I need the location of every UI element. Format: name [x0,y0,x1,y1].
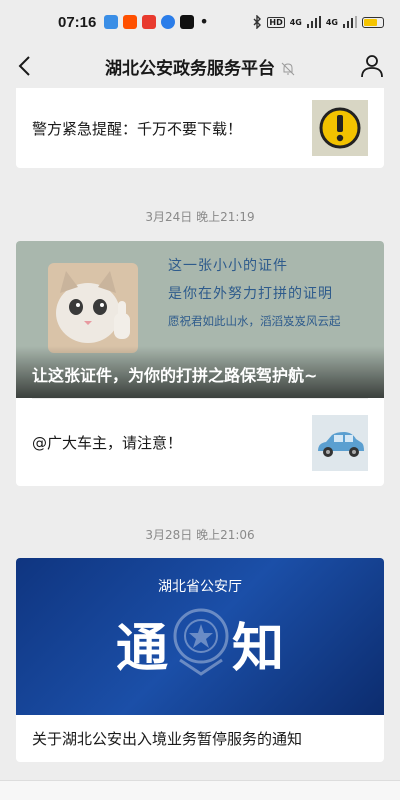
article-row-notice[interactable]: 关于湖北公安出入境业务暂停服务的通知 [16,715,384,762]
hero-line-3: 愿祝君如此山水，滔滔岌岌风云起 [168,314,341,328]
status-time: 07:16 [58,13,97,31]
signal-icon-2 [343,16,357,28]
article-row-warning[interactable]: 警方紧急提醒：千万不要下载！ [16,88,384,168]
battery-icon [362,16,384,28]
profile-icon[interactable] [358,52,386,80]
signal-icon [306,16,321,28]
page-title: 湖北公安政务服务平台 [0,54,400,79]
hd-badge-icon: HD [267,16,285,28]
back-icon[interactable] [12,52,40,80]
hero-big-char-left: 通 [116,618,169,679]
article-card-warning[interactable]: 警方紧急提醒：千万不要下载！ [16,88,384,168]
hero-big-char-right: 知 [232,618,285,679]
news-notification-icon [142,15,157,29]
app-notification-icon [104,15,119,29]
status-bar: 07:16 • HD 4G 4G [0,0,400,44]
article-title: 关于湖北公安出入境业务暂停服务的通知 [32,730,303,748]
hero-title: 让这张证件，为你的打拼之路保驾护航~ [32,366,318,385]
status-app-icons: • [104,12,209,31]
timestamp: 3月24日 晚上21:19 [145,210,255,224]
hero-image-license[interactable]: 这一张小小的证件 是你在外努力打拼的证明 愿祝君如此山水，滔滔岌岌风云起 让这张… [16,241,384,398]
bottom-menu-bar [0,780,400,800]
article-card-license[interactable]: 这一张小小的证件 是你在外努力打拼的证明 愿祝君如此山水，滔滔岌岌风云起 让这张… [16,241,384,486]
network-type-1: 4G [289,17,302,27]
cat-thumbs-up-image [48,263,138,353]
mute-bell-icon [281,62,295,75]
article-card-notice[interactable]: 湖北省公安厅 通 知 关于湖北公安出入境业务暂停服务的通知 [16,558,384,762]
tiktok-notification-icon [180,15,195,29]
more-notifications-icon: • [199,12,209,31]
page-title-text: 湖北公安政务服务平台 [105,58,275,79]
status-indicators: HD 4G 4G [252,15,384,29]
hero-line-1: 这一张小小的证件 [168,258,288,274]
network-type-2: 4G [325,17,338,27]
warning-icon [312,100,368,156]
nav-bar: 湖北公安政务服务平台 [0,44,400,88]
timestamp: 3月28日 晚上21:06 [145,528,255,542]
car-image [312,414,368,471]
article-title: 警方紧急提醒：千万不要下载！ [32,119,243,138]
hero-line-2: 是你在外努力打拼的证明 [168,286,333,302]
taobao-notification-icon [123,15,138,29]
hero-dept: 湖北省公安厅 [158,579,242,595]
bluetooth-icon [253,15,262,29]
police-emblem-icon [173,608,229,676]
hero-image-notice[interactable]: 湖北省公安厅 通 知 [16,558,384,715]
article-title: @广大车主，请注意！ [32,434,183,452]
article-row-car[interactable]: @广大车主，请注意！ [16,399,384,486]
browser-notification-icon [161,15,176,29]
